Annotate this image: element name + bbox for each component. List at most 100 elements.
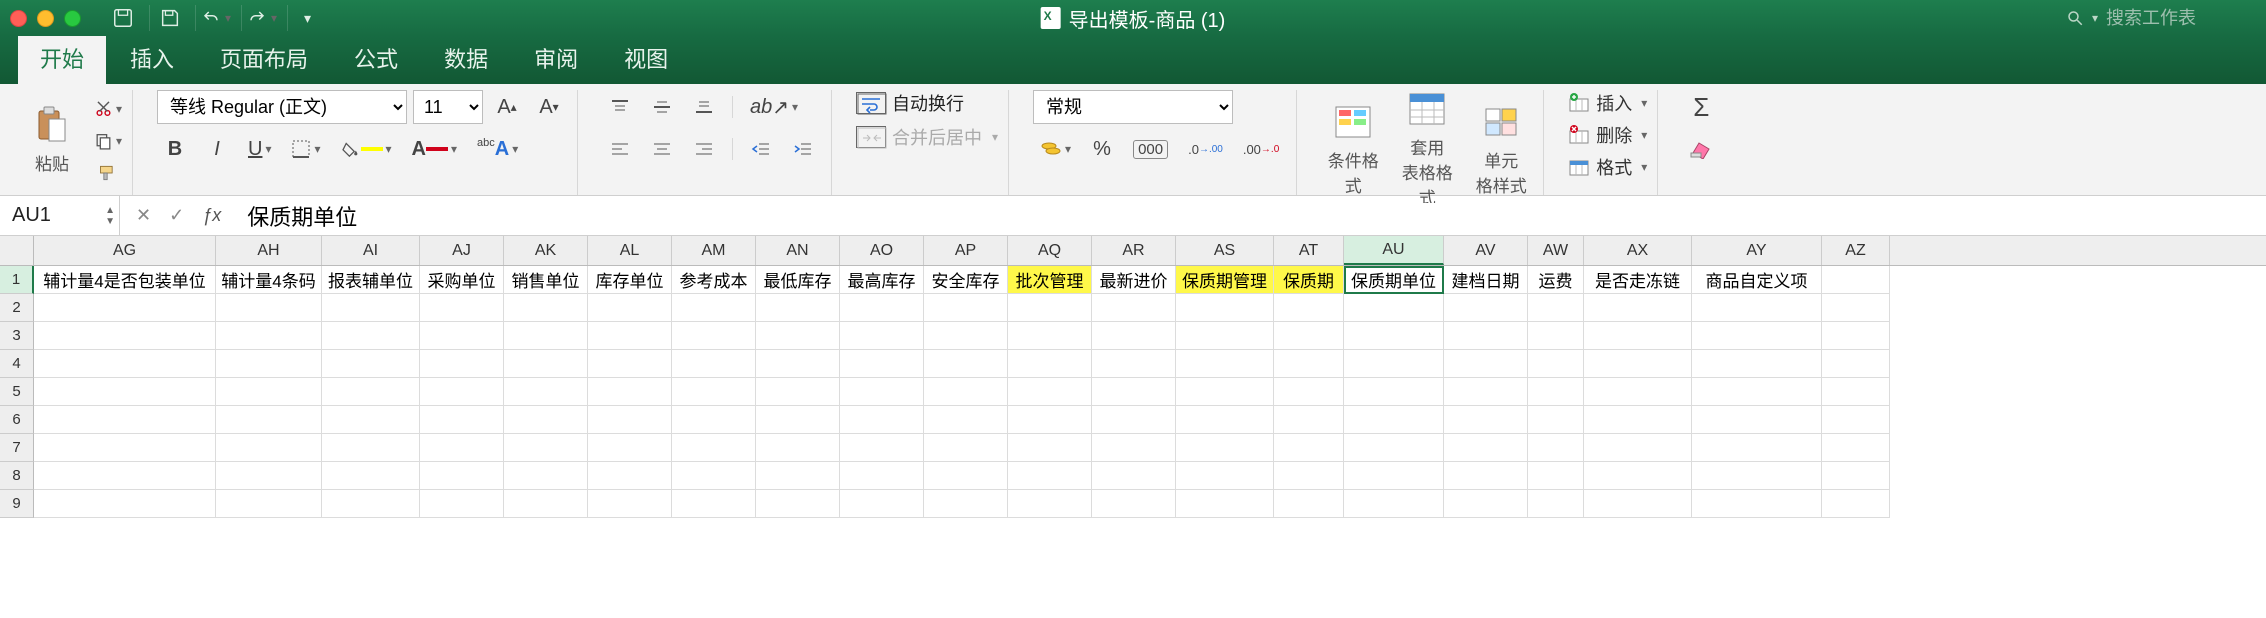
cell-AL5[interactable]: [588, 378, 672, 406]
col-header-AP[interactable]: AP: [924, 236, 1008, 265]
col-header-AO[interactable]: AO: [840, 236, 924, 265]
cell-AJ2[interactable]: [420, 294, 504, 322]
cell-AR5[interactable]: [1092, 378, 1176, 406]
cell-AT4[interactable]: [1274, 350, 1344, 378]
cell-AO5[interactable]: [840, 378, 924, 406]
minimize-window-icon[interactable]: [37, 10, 54, 27]
name-box[interactable]: AU1 ▲▼: [0, 196, 120, 235]
cell-AN2[interactable]: [756, 294, 840, 322]
cell-AJ6[interactable]: [420, 406, 504, 434]
col-header-AU[interactable]: AU: [1344, 236, 1444, 265]
increase-font-button[interactable]: A▴: [489, 90, 525, 124]
cell-AY7[interactable]: [1692, 434, 1822, 462]
cell-AH2[interactable]: [216, 294, 322, 322]
cell-AK8[interactable]: [504, 462, 588, 490]
redo-button[interactable]: [241, 5, 281, 31]
col-header-AT[interactable]: AT: [1274, 236, 1344, 265]
cell-AG3[interactable]: [34, 322, 216, 350]
cell-AM1[interactable]: 参考成本: [672, 266, 756, 294]
cell-AO8[interactable]: [840, 462, 924, 490]
cell-AK1[interactable]: 销售单位: [504, 266, 588, 294]
cell-AL8[interactable]: [588, 462, 672, 490]
percent-button[interactable]: %: [1084, 132, 1120, 166]
format-painter-button[interactable]: [94, 161, 122, 185]
qat-customize-icon[interactable]: ▾: [287, 5, 327, 31]
cell-AR3[interactable]: [1092, 322, 1176, 350]
currency-button[interactable]: [1033, 132, 1078, 166]
col-header-AH[interactable]: AH: [216, 236, 322, 265]
cell-AN6[interactable]: [756, 406, 840, 434]
cell-AJ1[interactable]: 采购单位: [420, 266, 504, 294]
col-header-AX[interactable]: AX: [1584, 236, 1692, 265]
cell-AG9[interactable]: [34, 490, 216, 518]
cell-AN9[interactable]: [756, 490, 840, 518]
decrease-indent-button[interactable]: [743, 132, 779, 166]
cell-AX8[interactable]: [1584, 462, 1692, 490]
underline-button[interactable]: U: [241, 132, 278, 166]
cell-AL3[interactable]: [588, 322, 672, 350]
close-window-icon[interactable]: [10, 10, 27, 27]
cell-AG1[interactable]: 辅计量4是否包装单位: [34, 266, 216, 294]
merge-center-button[interactable]: 合并后居中 ▾: [856, 124, 998, 150]
cell-AV1[interactable]: 建档日期: [1444, 266, 1528, 294]
row-header-4[interactable]: 4: [0, 350, 34, 378]
cell-AX2[interactable]: [1584, 294, 1692, 322]
maximize-window-icon[interactable]: [64, 10, 81, 27]
cell-AN3[interactable]: [756, 322, 840, 350]
cell-AR1[interactable]: 最新进价: [1092, 266, 1176, 294]
cell-AP5[interactable]: [924, 378, 1008, 406]
cell-AM9[interactable]: [672, 490, 756, 518]
cell-AW8[interactable]: [1528, 462, 1584, 490]
cell-AO7[interactable]: [840, 434, 924, 462]
font-name-select[interactable]: 等线 Regular (正文): [157, 90, 407, 124]
cell-AT6[interactable]: [1274, 406, 1344, 434]
cell-AK3[interactable]: [504, 322, 588, 350]
cell-AW7[interactable]: [1528, 434, 1584, 462]
increase-decimal-button[interactable]: .0→.00: [1181, 132, 1230, 166]
cell-AR8[interactable]: [1092, 462, 1176, 490]
cell-AP8[interactable]: [924, 462, 1008, 490]
cell-AI1[interactable]: 报表辅单位: [322, 266, 420, 294]
cell-AI8[interactable]: [322, 462, 420, 490]
col-header-AV[interactable]: AV: [1444, 236, 1528, 265]
cell-AZ8[interactable]: [1822, 462, 1890, 490]
col-header-AY[interactable]: AY: [1692, 236, 1822, 265]
cell-AO6[interactable]: [840, 406, 924, 434]
cell-AP1[interactable]: 安全库存: [924, 266, 1008, 294]
cell-AV8[interactable]: [1444, 462, 1528, 490]
cell-AU7[interactable]: [1344, 434, 1444, 462]
cell-AY9[interactable]: [1692, 490, 1822, 518]
cell-AV3[interactable]: [1444, 322, 1528, 350]
cell-AK6[interactable]: [504, 406, 588, 434]
col-header-AW[interactable]: AW: [1528, 236, 1584, 265]
paste-button[interactable]: 粘贴: [20, 106, 84, 175]
cell-AW2[interactable]: [1528, 294, 1584, 322]
cell-AT3[interactable]: [1274, 322, 1344, 350]
cell-AR2[interactable]: [1092, 294, 1176, 322]
delete-cells-button[interactable]: 删除: [1568, 122, 1647, 148]
cell-AI9[interactable]: [322, 490, 420, 518]
cut-button[interactable]: [94, 97, 122, 121]
italic-button[interactable]: I: [199, 132, 235, 166]
cell-AJ9[interactable]: [420, 490, 504, 518]
cell-AH5[interactable]: [216, 378, 322, 406]
row-header-7[interactable]: 7: [0, 434, 34, 462]
table-format-button[interactable]: 套用 表格格式: [1395, 90, 1459, 209]
cell-AN8[interactable]: [756, 462, 840, 490]
cell-AP2[interactable]: [924, 294, 1008, 322]
col-header-AQ[interactable]: AQ: [1008, 236, 1092, 265]
cell-AV4[interactable]: [1444, 350, 1528, 378]
cell-AZ9[interactable]: [1822, 490, 1890, 518]
cell-AH3[interactable]: [216, 322, 322, 350]
cell-AS8[interactable]: [1176, 462, 1274, 490]
search-input[interactable]: [2106, 8, 2256, 29]
cell-AP9[interactable]: [924, 490, 1008, 518]
cell-AV7[interactable]: [1444, 434, 1528, 462]
autosave-icon[interactable]: [103, 5, 143, 31]
orientation-button[interactable]: ab↗: [743, 90, 805, 124]
cell-AI3[interactable]: [322, 322, 420, 350]
cell-AS1[interactable]: 保质期管理: [1176, 266, 1274, 294]
cell-AS4[interactable]: [1176, 350, 1274, 378]
cell-AK2[interactable]: [504, 294, 588, 322]
cell-AK7[interactable]: [504, 434, 588, 462]
